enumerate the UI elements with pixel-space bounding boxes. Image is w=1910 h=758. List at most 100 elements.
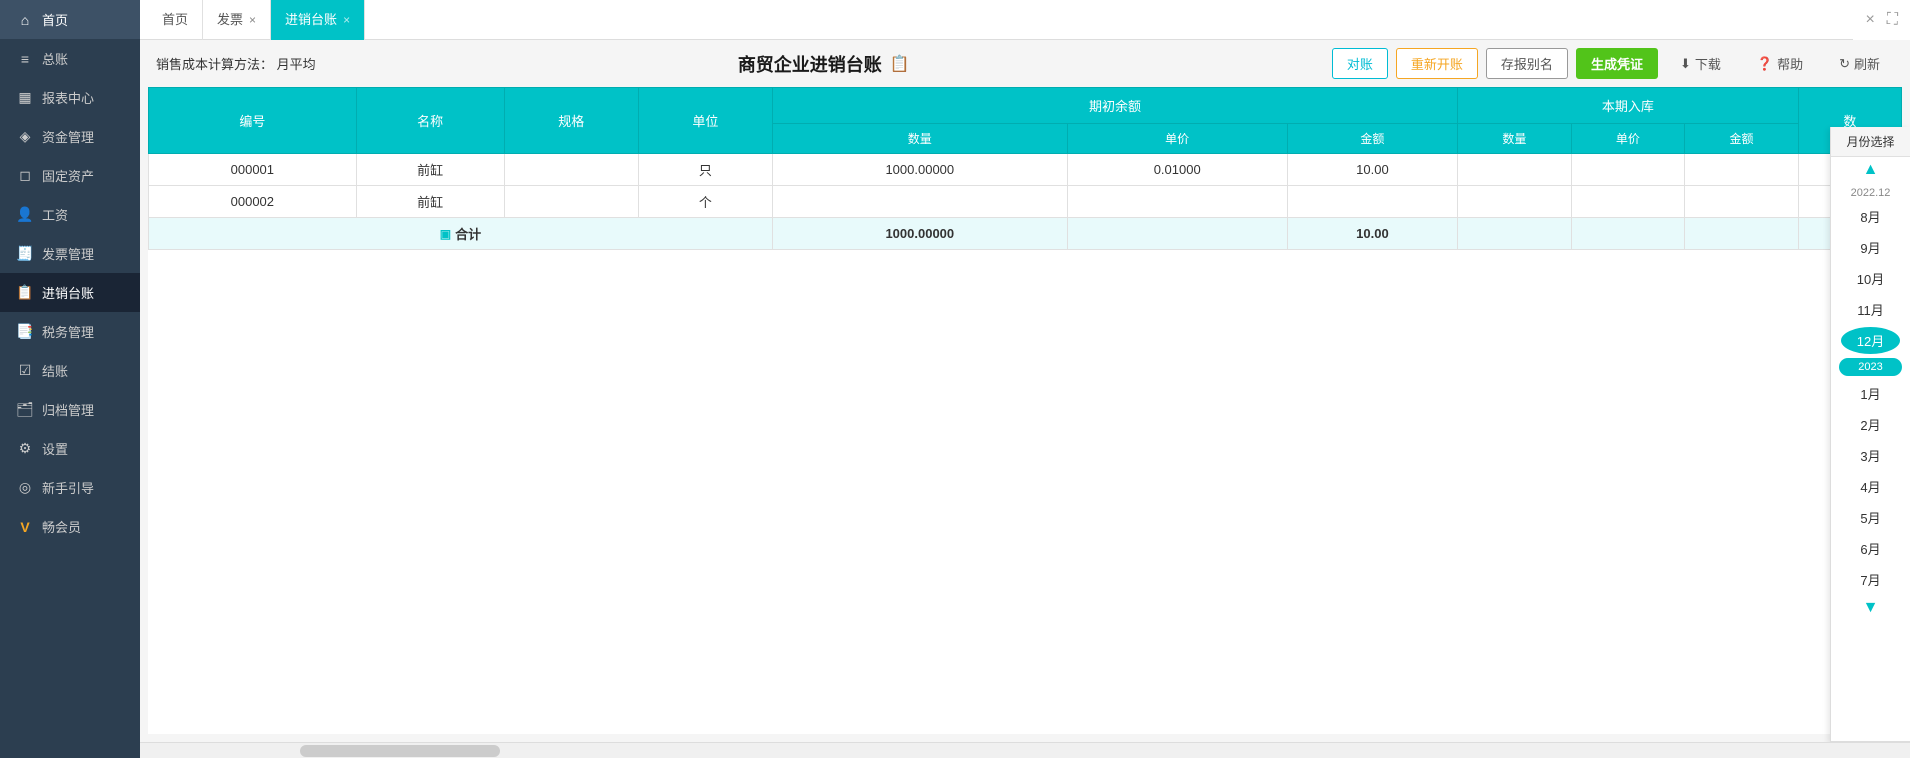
sidebar-item-member[interactable]: V 畅会员 xyxy=(0,507,140,546)
cell-num: 000002 xyxy=(149,186,357,218)
col-header-spec: 规格 xyxy=(504,88,638,154)
sidebar-item-payroll[interactable]: 👤 工资 xyxy=(0,195,140,234)
tab-purchase-sales-label: 进销台账 xyxy=(285,0,337,40)
cell-num: 000001 xyxy=(149,154,357,186)
cell-inbound-amount xyxy=(1685,186,1799,218)
col-header-opening: 期初余额 xyxy=(772,88,1457,124)
year-2023-marker: 2023 xyxy=(1839,358,1902,376)
sidebar-label-checkout: 结账 xyxy=(42,361,68,380)
sidebar-label-tax-management: 税务管理 xyxy=(42,322,94,341)
page-title-icon: 📋 xyxy=(890,54,910,74)
total-inbound-qty xyxy=(1458,218,1572,250)
download-icon: ⬇ xyxy=(1680,56,1691,72)
month-item-9[interactable]: 9月 xyxy=(1831,232,1910,263)
sidebar-item-settings[interactable]: ⚙ 设置 xyxy=(0,429,140,468)
generate-button[interactable]: 生成凭证 xyxy=(1576,48,1658,79)
refresh-button[interactable]: ↻ 刷新 xyxy=(1825,49,1894,78)
sidebar-item-home[interactable]: ⌂ 首页 xyxy=(0,0,140,39)
col-header-unit: 单位 xyxy=(638,88,772,154)
cell-opening-qty xyxy=(772,186,1067,218)
horizontal-scrollbar[interactable] xyxy=(300,745,500,757)
cell-inbound-qty xyxy=(1458,186,1572,218)
gear-icon: ⚙ xyxy=(16,440,34,457)
col-header-num: 编号 xyxy=(149,88,357,154)
cell-name: 前缸 xyxy=(356,154,504,186)
sidebar-item-archive-management[interactable]: 🗂 归档管理 xyxy=(0,390,140,429)
sidebar-label-fund-management: 资金管理 xyxy=(42,127,94,146)
sidebar-item-general-ledger[interactable]: ≡ 总账 xyxy=(0,39,140,78)
archive-icon: 🗂 xyxy=(16,401,34,418)
sidebar-label-home: 首页 xyxy=(42,10,68,29)
col-header-inbound: 本期入库 xyxy=(1458,88,1799,124)
tab-purchase-sales-close[interactable]: × xyxy=(343,0,350,40)
sidebar-label-payroll: 工资 xyxy=(42,205,68,224)
sidebar-item-tax-management[interactable]: 📑 税务管理 xyxy=(0,312,140,351)
month-2023-item-2[interactable]: 2月 xyxy=(1831,409,1910,440)
download-button[interactable]: ⬇ 下载 xyxy=(1666,49,1735,78)
sidebar-label-report-center: 报表中心 xyxy=(42,88,94,107)
tab-purchase-sales[interactable]: 进销台账 × xyxy=(271,0,365,40)
total-inbound-amount xyxy=(1685,218,1799,250)
sidebar-item-fixed-assets[interactable]: ◻ 固定资产 xyxy=(0,156,140,195)
total-row: ▣ 合计 1000.00000 10.00 xyxy=(149,218,1902,250)
month-2023-item-6[interactable]: 6月 xyxy=(1831,533,1910,564)
close-button[interactable]: × xyxy=(1861,11,1878,29)
fund-icon: ◈ xyxy=(16,128,34,145)
month-prev-button[interactable]: ▲ xyxy=(1831,157,1910,183)
cell-opening-amount xyxy=(1287,186,1457,218)
download-label: 下载 xyxy=(1695,54,1721,73)
sidebar-label-invoice-management: 发票管理 xyxy=(42,244,94,263)
cost-method: 销售成本计算方法： 月平均 xyxy=(156,54,316,73)
tab-home[interactable]: 首页 xyxy=(148,0,203,40)
col-sub-opening-amount: 金额 xyxy=(1287,124,1457,154)
reopen-button[interactable]: 重新开账 xyxy=(1396,48,1478,79)
tab-invoice[interactable]: 发票 × xyxy=(203,0,271,40)
cell-inbound-price xyxy=(1571,154,1685,186)
page-title-text: 商贸企业进销台账 xyxy=(738,51,882,77)
sidebar-item-invoice-management[interactable]: 🧾 发票管理 xyxy=(0,234,140,273)
month-item-10[interactable]: 10月 xyxy=(1831,263,1910,294)
help-label: 帮助 xyxy=(1777,54,1803,73)
cell-name: 前缸 xyxy=(356,186,504,218)
total-opening-amount: 10.00 xyxy=(1287,218,1457,250)
help-button[interactable]: ❓ 帮助 xyxy=(1743,49,1817,78)
month-next-button[interactable]: ▼ xyxy=(1831,595,1910,621)
checkout-icon: ☑ xyxy=(16,362,34,379)
purchase-sales-icon: 📋 xyxy=(16,284,34,301)
total-opening-price xyxy=(1067,218,1287,250)
inventory-table: 编号 名称 规格 单位 期初余额 本期入库 数 数量 单价 金额 数 xyxy=(148,87,1902,250)
month-2023-item-3[interactable]: 3月 xyxy=(1831,440,1910,471)
sidebar-label-settings: 设置 xyxy=(42,439,68,458)
month-2023-item-4[interactable]: 4月 xyxy=(1831,471,1910,502)
total-opening-qty: 1000.00000 xyxy=(772,218,1067,250)
month-2023-item-1[interactable]: 1月 xyxy=(1831,378,1910,409)
cost-method-value: 月平均 xyxy=(277,57,316,72)
sidebar-item-purchase-sales[interactable]: 📋 进销台账 xyxy=(0,273,140,312)
cell-opening-price xyxy=(1067,186,1287,218)
sidebar-label-archive-management: 归档管理 xyxy=(42,400,94,419)
month-2023-item-5[interactable]: 5月 xyxy=(1831,502,1910,533)
cell-inbound-amount xyxy=(1685,154,1799,186)
table-row: 000002 前缸 个 xyxy=(149,186,1902,218)
invoice-icon: 🧾 xyxy=(16,245,34,262)
month-item-8[interactable]: 8月 xyxy=(1831,201,1910,232)
saveas-button[interactable]: 存报别名 xyxy=(1486,48,1568,79)
cell-spec xyxy=(504,154,638,186)
refresh-label: 刷新 xyxy=(1854,54,1880,73)
month-item-11[interactable]: 11月 xyxy=(1831,294,1910,325)
sidebar-label-fixed-assets: 固定资产 xyxy=(42,166,94,185)
maximize-button[interactable]: ⛶ xyxy=(1883,11,1902,29)
tab-invoice-close[interactable]: × xyxy=(249,0,256,40)
sidebar-item-report-center[interactable]: ▦ 报表中心 xyxy=(0,78,140,117)
month-2023-item-7[interactable]: 7月 xyxy=(1831,564,1910,595)
sidebar-label-purchase-sales: 进销台账 xyxy=(42,283,94,302)
sidebar-item-checkout[interactable]: ☑ 结账 xyxy=(0,351,140,390)
month-item-12[interactable]: 12月 xyxy=(1841,327,1900,354)
month-panel-title: 月份选择 xyxy=(1831,127,1910,157)
reconcile-button[interactable]: 对账 xyxy=(1332,48,1388,79)
sidebar-item-new-guide[interactable]: ◎ 新手引导 xyxy=(0,468,140,507)
sidebar-label-member: 畅会员 xyxy=(42,517,81,536)
sidebar-item-fund-management[interactable]: ◈ 资金管理 xyxy=(0,117,140,156)
sidebar-label-general-ledger: 总账 xyxy=(42,49,68,68)
cost-method-label: 销售成本计算方法： xyxy=(156,57,273,72)
